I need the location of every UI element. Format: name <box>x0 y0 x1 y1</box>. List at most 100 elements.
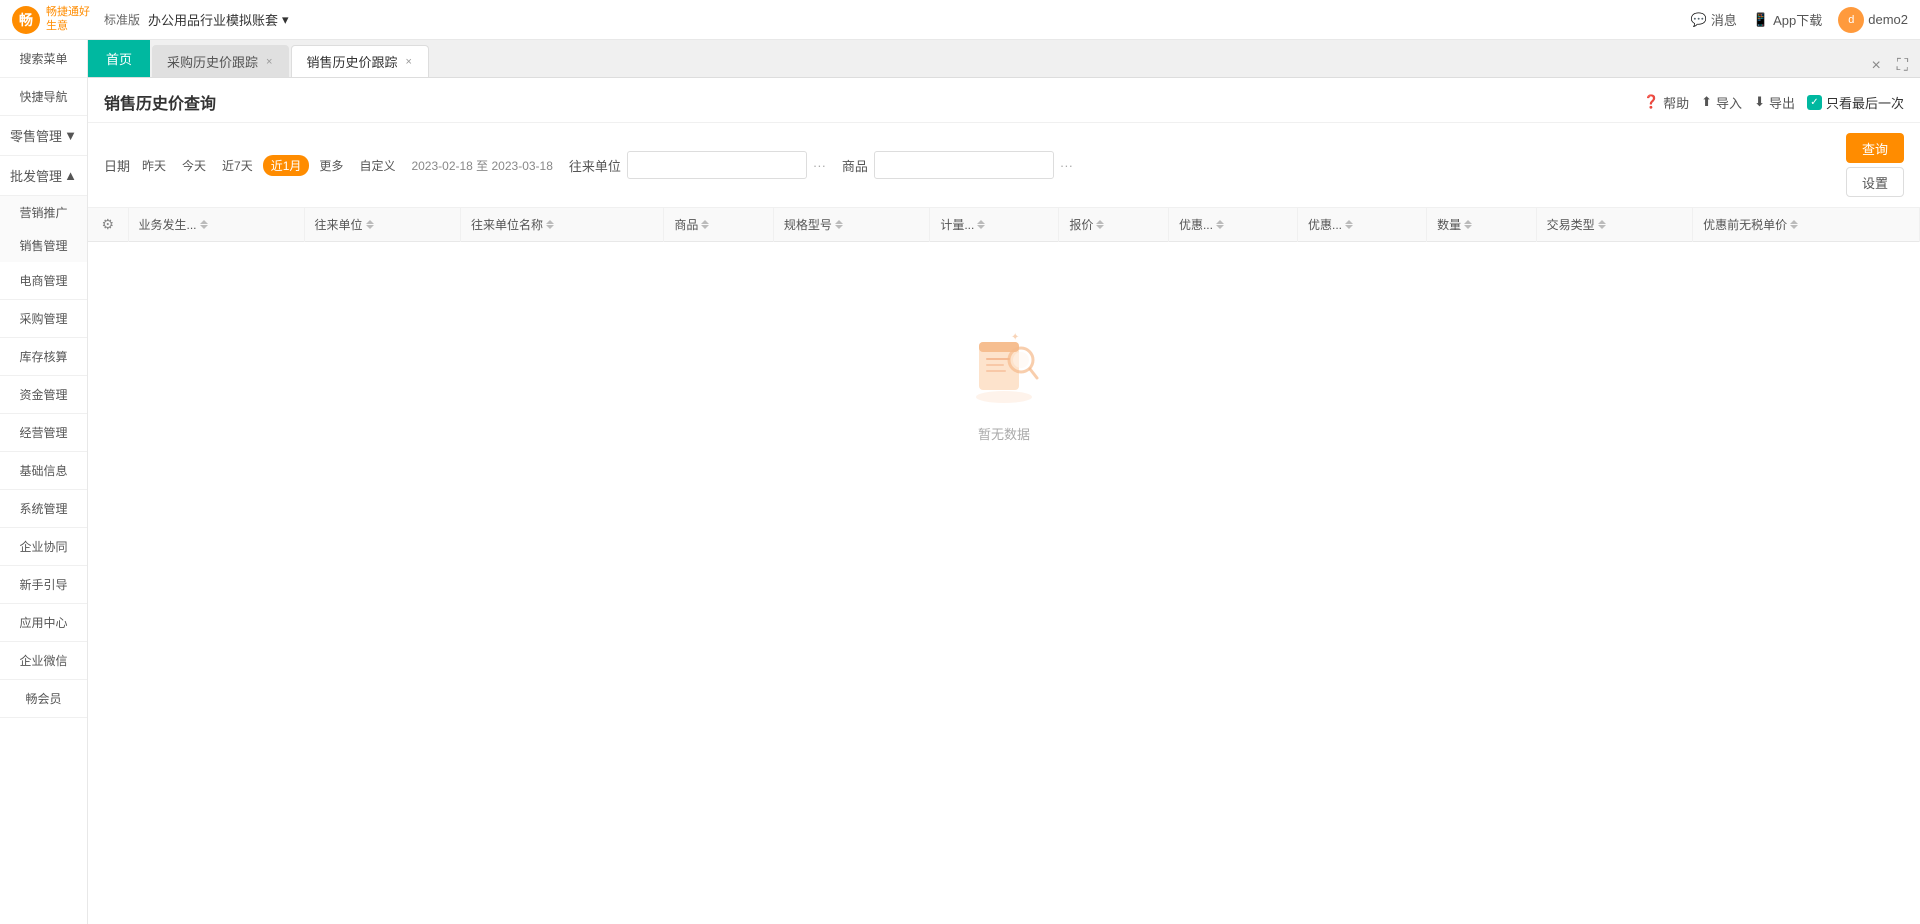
import-btn[interactable]: ⬆ 导入 <box>1701 93 1742 112</box>
page-header-actions: ❓ 帮助 ⬆ 导入 ⬇ 导出 ✓ 只看最后一次 <box>1643 93 1904 112</box>
th-qty[interactable]: 数量 <box>1427 208 1537 242</box>
date-btn-more[interactable]: 更多 <box>313 155 349 176</box>
th-discount2[interactable]: 优惠... <box>1298 208 1427 242</box>
th-product-label: 商品 <box>674 216 698 233</box>
sort-down-icon <box>200 225 208 229</box>
close-all-tabs-btn[interactable]: × <box>1867 55 1884 77</box>
query-btn[interactable]: 查询 <box>1846 133 1904 163</box>
empty-text: 暂无数据 <box>978 424 1030 443</box>
top-bar-left: 畅 畅捷通好生意 标准版 办公用品行业模拟账套 ▾ <box>12 6 289 34</box>
sidebar-item-quick-nav[interactable]: 快捷导航 <box>0 78 87 116</box>
sidebar-item-wholesale-mgmt[interactable]: 批发管理 ▲ <box>0 156 87 196</box>
sidebar-item-membership[interactable]: 畅会员 <box>0 680 87 718</box>
sort-icon-discount2 <box>1345 220 1353 229</box>
th-unit-name-label: 往来单位名称 <box>471 216 543 233</box>
sort-icon-unit-measure <box>977 220 985 229</box>
empty-state: ✦ 暂无数据 <box>88 242 1920 523</box>
help-icon: ❓ <box>1643 94 1659 110</box>
message-btn[interactable]: 💬 消息 <box>1691 10 1737 29</box>
help-label: 帮助 <box>1663 93 1689 112</box>
sort-up-icon-unit-name <box>546 220 554 224</box>
source-unit-input[interactable] <box>627 151 807 179</box>
sort-icon-qty <box>1464 220 1472 229</box>
table-header-row: ⚙ 业务发生... <box>88 208 1920 242</box>
sort-icon-pretax-price <box>1790 220 1798 229</box>
source-unit-ellipsis[interactable]: ··· <box>813 158 826 173</box>
th-spec[interactable]: 规格型号 <box>773 208 929 242</box>
top-bar: 畅 畅捷通好生意 标准版 办公用品行业模拟账套 ▾ 💬 消息 📱 App下载 d… <box>0 0 1920 40</box>
expand-window-btn[interactable]: ⛶ <box>1893 55 1912 77</box>
th-gear[interactable]: ⚙ <box>88 208 128 242</box>
last-only-checkbox[interactable]: ✓ <box>1807 95 1822 110</box>
sort-up-icon-spec <box>835 220 843 224</box>
user-btn[interactable]: d demo2 <box>1838 7 1908 33</box>
th-price[interactable]: 报价 <box>1059 208 1169 242</box>
sidebar-item-ecommerce[interactable]: 电商管理 <box>0 262 87 300</box>
sidebar-item-retail-mgmt[interactable]: 零售管理 ▼ <box>0 116 87 156</box>
sidebar-item-purchase-mgmt[interactable]: 采购管理 <box>0 300 87 338</box>
app-download-btn[interactable]: 📱 App下载 <box>1753 10 1822 29</box>
date-filter-label: 日期 <box>104 156 130 175</box>
date-btn-1month[interactable]: 近1月 <box>263 155 310 176</box>
th-date[interactable]: 业务发生... <box>128 208 304 242</box>
table-wrapper: ⚙ 业务发生... <box>88 208 1920 523</box>
product-ellipsis[interactable]: ··· <box>1060 158 1073 173</box>
sales-mgmt-label: 销售管理 <box>19 237 67 254</box>
th-product[interactable]: 商品 <box>664 208 774 242</box>
date-filter: 昨天 今天 近7天 近1月 更多 自定义 <box>136 155 401 176</box>
th-unit-measure[interactable]: 计量... <box>930 208 1059 242</box>
avatar: d <box>1838 7 1864 33</box>
date-btn-7days[interactable]: 近7天 <box>216 155 259 176</box>
date-btn-today[interactable]: 今天 <box>176 155 212 176</box>
sidebar-item-system-mgmt[interactable]: 系统管理 <box>0 490 87 528</box>
sidebar-item-enterprise-collab[interactable]: 企业协同 <box>0 528 87 566</box>
sort-icon-trade-type <box>1598 220 1606 229</box>
sort-icon-price <box>1096 220 1104 229</box>
sidebar-item-wechat-work[interactable]: 企业微信 <box>0 642 87 680</box>
tab-sales-close[interactable]: × <box>403 55 413 69</box>
th-pretax-price[interactable]: 优惠前无税单价 <box>1693 208 1920 242</box>
wholesale-mgmt-arrow: ▲ <box>64 168 77 183</box>
sort-down-icon-qty <box>1464 225 1472 229</box>
sidebar-item-search-menu[interactable]: 搜索菜单 <box>0 40 87 78</box>
export-btn[interactable]: ⬇ 导出 <box>1754 93 1795 112</box>
sidebar-item-basic-info[interactable]: 基础信息 <box>0 452 87 490</box>
set-btn[interactable]: 设置 <box>1846 167 1904 197</box>
sidebar-item-app-center[interactable]: 应用中心 <box>0 604 87 642</box>
quick-nav-label: 快捷导航 <box>19 88 67 105</box>
th-unit-measure-label: 计量... <box>940 216 974 233</box>
sidebar-item-newbie-guide[interactable]: 新手引导 <box>0 566 87 604</box>
sidebar-item-finance[interactable]: 资金管理 <box>0 376 87 414</box>
help-btn[interactable]: ❓ 帮助 <box>1643 93 1689 112</box>
tab-home[interactable]: 首页 <box>88 40 150 77</box>
app-name-dropdown[interactable]: 办公用品行业模拟账套 ▾ <box>148 10 289 29</box>
last-only-checkbox-area[interactable]: ✓ 只看最后一次 <box>1807 93 1904 112</box>
date-btn-yesterday[interactable]: 昨天 <box>136 155 172 176</box>
system-mgmt-label: 系统管理 <box>19 500 67 517</box>
tab-bar-right: × ⛶ <box>1867 55 1920 77</box>
th-discount1[interactable]: 优惠... <box>1168 208 1297 242</box>
sidebar-item-sales-mgmt[interactable]: 销售管理 <box>0 229 87 262</box>
th-trade-type[interactable]: 交易类型 <box>1536 208 1692 242</box>
marketing-label: 营销推广 <box>19 204 67 221</box>
gear-icon[interactable]: ⚙ <box>101 216 114 232</box>
sidebar-item-operation[interactable]: 经营管理 <box>0 414 87 452</box>
product-input[interactable] <box>874 151 1054 179</box>
tab-purchase-history[interactable]: 采购历史价跟踪 × <box>152 45 289 77</box>
page-content: 销售历史价查询 ❓ 帮助 ⬆ 导入 ⬇ 导出 ✓ <box>88 78 1920 924</box>
date-btn-custom[interactable]: 自定义 <box>353 155 401 176</box>
th-price-label: 报价 <box>1069 216 1093 233</box>
sort-icon-unit <box>366 220 374 229</box>
th-date-label: 业务发生... <box>139 216 197 233</box>
sidebar-item-marketing[interactable]: 营销推广 <box>0 196 87 229</box>
th-unit[interactable]: 往来单位 <box>304 208 460 242</box>
sort-down-icon-unit <box>366 225 374 229</box>
product-label: 商品 <box>842 156 868 175</box>
sidebar-item-inventory[interactable]: 库存核算 <box>0 338 87 376</box>
tab-purchase-close[interactable]: × <box>264 55 274 69</box>
import-icon: ⬆ <box>1701 94 1712 110</box>
tab-sales-history[interactable]: 销售历史价跟踪 × <box>291 45 428 77</box>
th-pretax-price-label: 优惠前无税单价 <box>1703 216 1787 233</box>
th-unit-name[interactable]: 往来单位名称 <box>460 208 663 242</box>
th-unit-label: 往来单位 <box>315 216 363 233</box>
